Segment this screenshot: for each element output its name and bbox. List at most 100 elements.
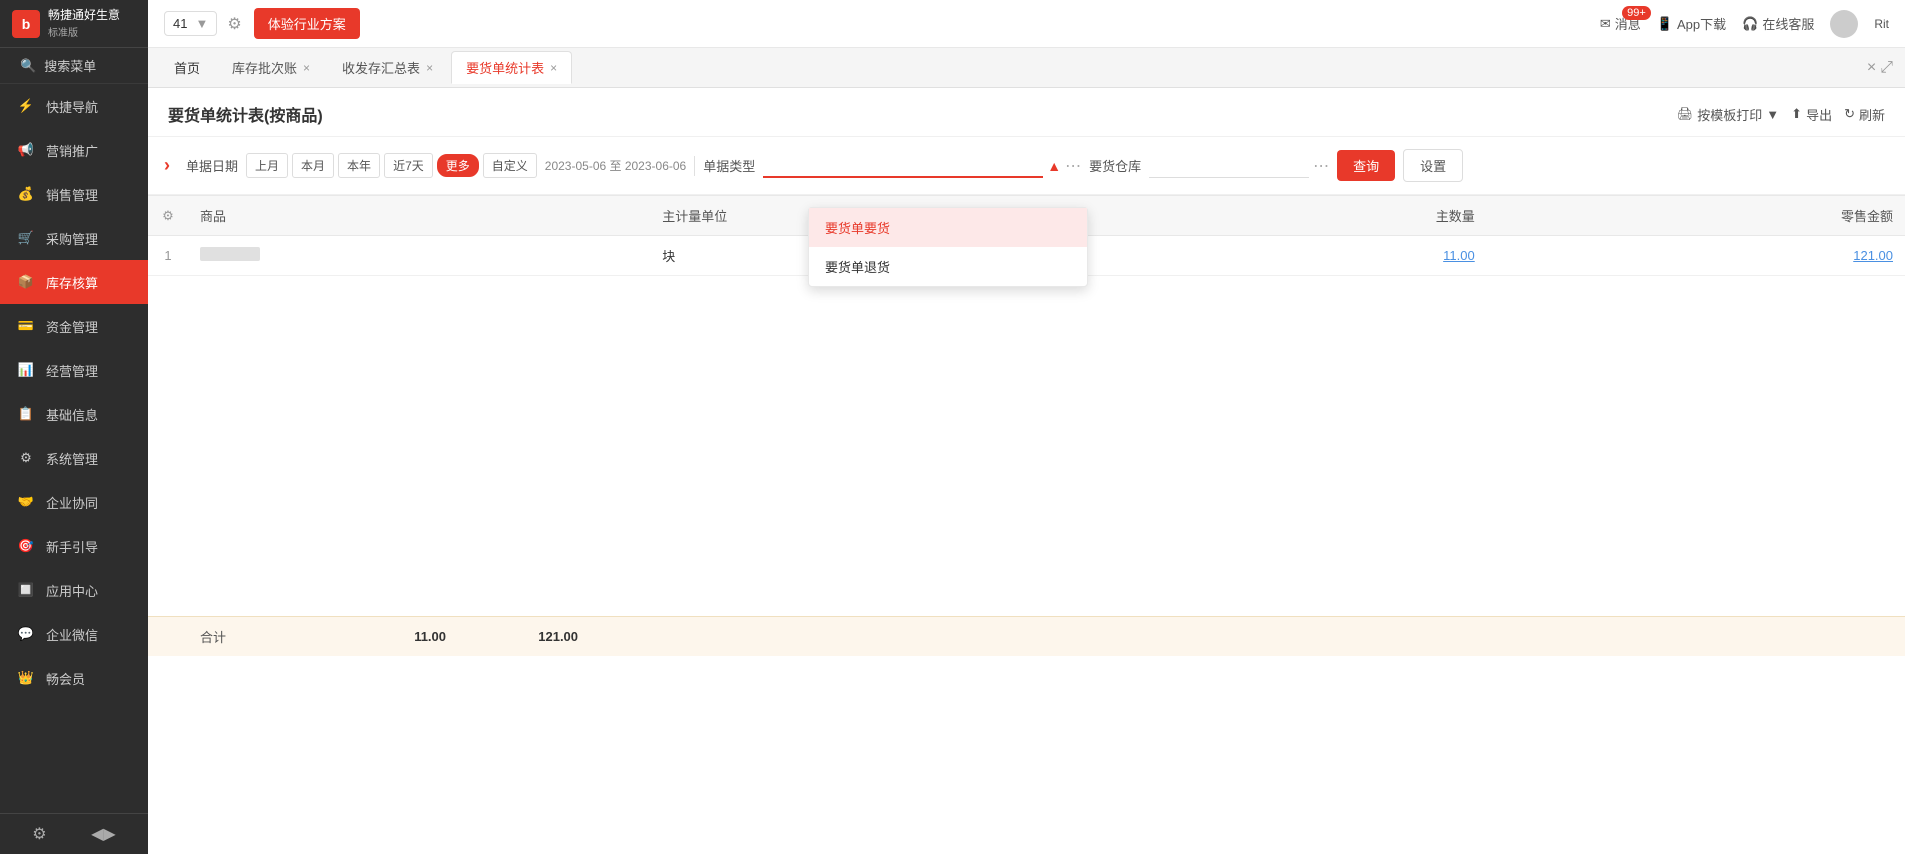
filter-area: › 单据日期 上月 本月 本年 近7天 更多 自定义 2023-05-06 至 … <box>148 137 1905 195</box>
purchase-icon: 🛒 <box>16 228 36 248</box>
col-amount: 零售金额 <box>1487 196 1905 236</box>
col-product: 商品 <box>188 196 650 236</box>
sidebar-item-basic[interactable]: 📋 基础信息 <box>0 392 148 436</box>
store-number: 41 <box>173 16 187 31</box>
print-button[interactable]: 🖨 按模板打印 ▼ <box>1677 105 1779 124</box>
basic-icon: 📋 <box>16 404 36 424</box>
row-product <box>188 236 650 276</box>
guide-icon: 🎯 <box>16 536 36 556</box>
header-gear-icon[interactable]: ⚙ <box>227 14 241 34</box>
date-btn-7days[interactable]: 近7天 <box>384 153 433 178</box>
sidebar-item-sales[interactable]: 💰 销售管理 <box>0 172 148 216</box>
footer-amount: 121.00 <box>458 629 578 644</box>
tab-home-label: 首页 <box>174 58 200 77</box>
sales-icon: 💰 <box>16 184 36 204</box>
date-range-text: 2023-05-06 至 2023-06-06 <box>545 157 686 174</box>
sidebar-item-appcenter[interactable]: 🔲 应用中心 <box>0 568 148 612</box>
user-avatar[interactable] <box>1830 10 1858 38</box>
finance-icon: 💳 <box>16 316 36 336</box>
tab-batch-account[interactable]: 库存批次账 × <box>218 52 324 83</box>
sidebar-search[interactable]: 🔍 搜索菜单 <box>0 48 148 84</box>
export-button[interactable]: ⬆ 导出 <box>1791 105 1832 124</box>
main-area: 41 ▼ ⚙ 体验行业方案 ✉ 消息 99+ 📱 App下载 🎧 在线客服 Ri… <box>148 0 1905 854</box>
logo-icon: b <box>12 10 40 38</box>
column-settings-button[interactable]: 设置 <box>1403 149 1463 182</box>
member-icon: 👑 <box>16 668 36 688</box>
trial-button[interactable]: 体验行业方案 <box>254 8 360 39</box>
tab-home[interactable]: 首页 <box>160 52 214 83</box>
warehouse-more-icon[interactable]: ⋯ <box>1313 156 1329 176</box>
tabs-bar: 首页 库存批次账 × 收发存汇总表 × 要货单统计表 × × ⤢ <box>148 48 1905 88</box>
collapse-icon[interactable]: ◀▶ <box>91 824 116 844</box>
close-all-tabs-icon[interactable]: × <box>1867 59 1876 77</box>
row-amount: 121.00 <box>1487 236 1905 276</box>
sidebar-item-member[interactable]: 👑 畅会员 <box>0 656 148 700</box>
filter-row: 单据日期 上月 本月 本年 近7天 更多 自定义 2023-05-06 至 20… <box>186 149 1889 182</box>
sidebar-item-label: 库存核算 <box>46 273 98 292</box>
message-button[interactable]: ✉ 消息 99+ <box>1600 14 1641 33</box>
quick-nav-icon: ⚡ <box>16 96 36 116</box>
dropdown-item-requisition-return[interactable]: 要货单退货 <box>809 247 1087 286</box>
sidebar-item-label: 资金管理 <box>46 317 98 336</box>
sidebar-item-operation[interactable]: 📊 经营管理 <box>0 348 148 392</box>
sidebar-item-label: 畅会员 <box>46 669 85 688</box>
header-left: 41 ▼ ⚙ 体验行业方案 <box>164 8 1600 39</box>
store-selector[interactable]: 41 ▼ <box>164 11 217 36</box>
row-qty: 11.00 <box>1140 236 1487 276</box>
sidebar-item-quick-nav[interactable]: ⚡ 快捷导航 <box>0 84 148 128</box>
search-label: 搜索菜单 <box>44 56 96 75</box>
page-actions: 🖨 按模板打印 ▼ ⬆ 导出 ↻ 刷新 <box>1677 105 1885 124</box>
type-chevron-up-icon[interactable]: ▲ <box>1047 158 1061 174</box>
sidebar-item-inventory[interactable]: 📦 库存核算 <box>0 260 148 304</box>
query-button[interactable]: 查询 <box>1337 150 1395 181</box>
filter-separator <box>694 156 695 176</box>
tab-requisition-stats-close[interactable]: × <box>550 61 557 75</box>
inventory-icon: 📦 <box>16 272 36 292</box>
dropdown-item-requisition-order[interactable]: 要货单要货 <box>809 208 1087 247</box>
tab-receive-summary-close[interactable]: × <box>426 61 433 75</box>
sidebar-item-finance[interactable]: 💳 资金管理 <box>0 304 148 348</box>
date-btn-this-year[interactable]: 本年 <box>338 153 380 178</box>
tab-requisition-stats-label: 要货单统计表 <box>466 58 544 77</box>
online-service-button[interactable]: 🎧 在线客服 <box>1742 14 1814 33</box>
refresh-label: 刷新 <box>1859 105 1885 124</box>
col-settings[interactable]: ⚙ <box>148 196 188 236</box>
app-download-button[interactable]: 📱 App下载 <box>1657 14 1726 33</box>
sidebar-item-label: 经营管理 <box>46 361 98 380</box>
appcenter-icon: 🔲 <box>16 580 36 600</box>
tab-batch-account-close[interactable]: × <box>303 61 310 75</box>
expand-tabs-icon[interactable]: ⤢ <box>1880 59 1893 77</box>
warehouse-input[interactable] <box>1149 154 1309 178</box>
filter-toggle-icon[interactable]: › <box>164 155 170 176</box>
settings-bottom-icon[interactable]: ⚙ <box>32 824 46 844</box>
date-btn-more[interactable]: 更多 <box>437 154 479 177</box>
tab-receive-summary[interactable]: 收发存汇总表 × <box>328 52 447 83</box>
type-more-icon[interactable]: ⋯ <box>1065 156 1081 176</box>
wechat-icon: 💬 <box>16 624 36 644</box>
refresh-button[interactable]: ↻ 刷新 <box>1844 105 1885 124</box>
sidebar-items-list: ⚡ 快捷导航 📢 营销推广 💰 销售管理 🛒 采购管理 📦 库存核算 💳 资金管… <box>0 84 148 813</box>
page-title: 要货单统计表(按商品) <box>168 102 323 126</box>
sidebar-item-purchase[interactable]: 🛒 采购管理 <box>0 216 148 260</box>
print-icon: 🖨 <box>1677 106 1694 122</box>
logo-sub: 标准版 <box>48 24 120 39</box>
col-qty: 主数量 <box>1140 196 1487 236</box>
sidebar-item-guide[interactable]: 🎯 新手引导 <box>0 524 148 568</box>
date-btn-custom[interactable]: 自定义 <box>483 153 537 178</box>
type-input-wrap: ▲ ⋯ <box>763 153 1081 178</box>
date-btn-this-month[interactable]: 本月 <box>292 153 334 178</box>
sidebar-item-marketing[interactable]: 📢 营销推广 <box>0 128 148 172</box>
page-header: 要货单统计表(按商品) 🖨 按模板打印 ▼ ⬆ 导出 ↻ 刷新 <box>148 88 1905 137</box>
tab-requisition-stats[interactable]: 要货单统计表 × <box>451 51 572 84</box>
date-btn-last-month[interactable]: 上月 <box>246 153 288 178</box>
sidebar-item-wechat[interactable]: 💬 企业微信 <box>0 612 148 656</box>
type-input[interactable] <box>763 153 1043 178</box>
sidebar-item-label: 企业协同 <box>46 493 98 512</box>
sidebar-item-enterprise[interactable]: 🤝 企业协同 <box>0 480 148 524</box>
type-filter-label: 单据类型 <box>703 156 755 175</box>
sidebar-item-system[interactable]: ⚙ 系统管理 <box>0 436 148 480</box>
sidebar-item-label: 快捷导航 <box>46 97 98 116</box>
logo-name: 畅捷通好生意 <box>48 8 120 24</box>
header-right: ✉ 消息 99+ 📱 App下载 🎧 在线客服 Rit <box>1600 10 1889 38</box>
enterprise-icon: 🤝 <box>16 492 36 512</box>
